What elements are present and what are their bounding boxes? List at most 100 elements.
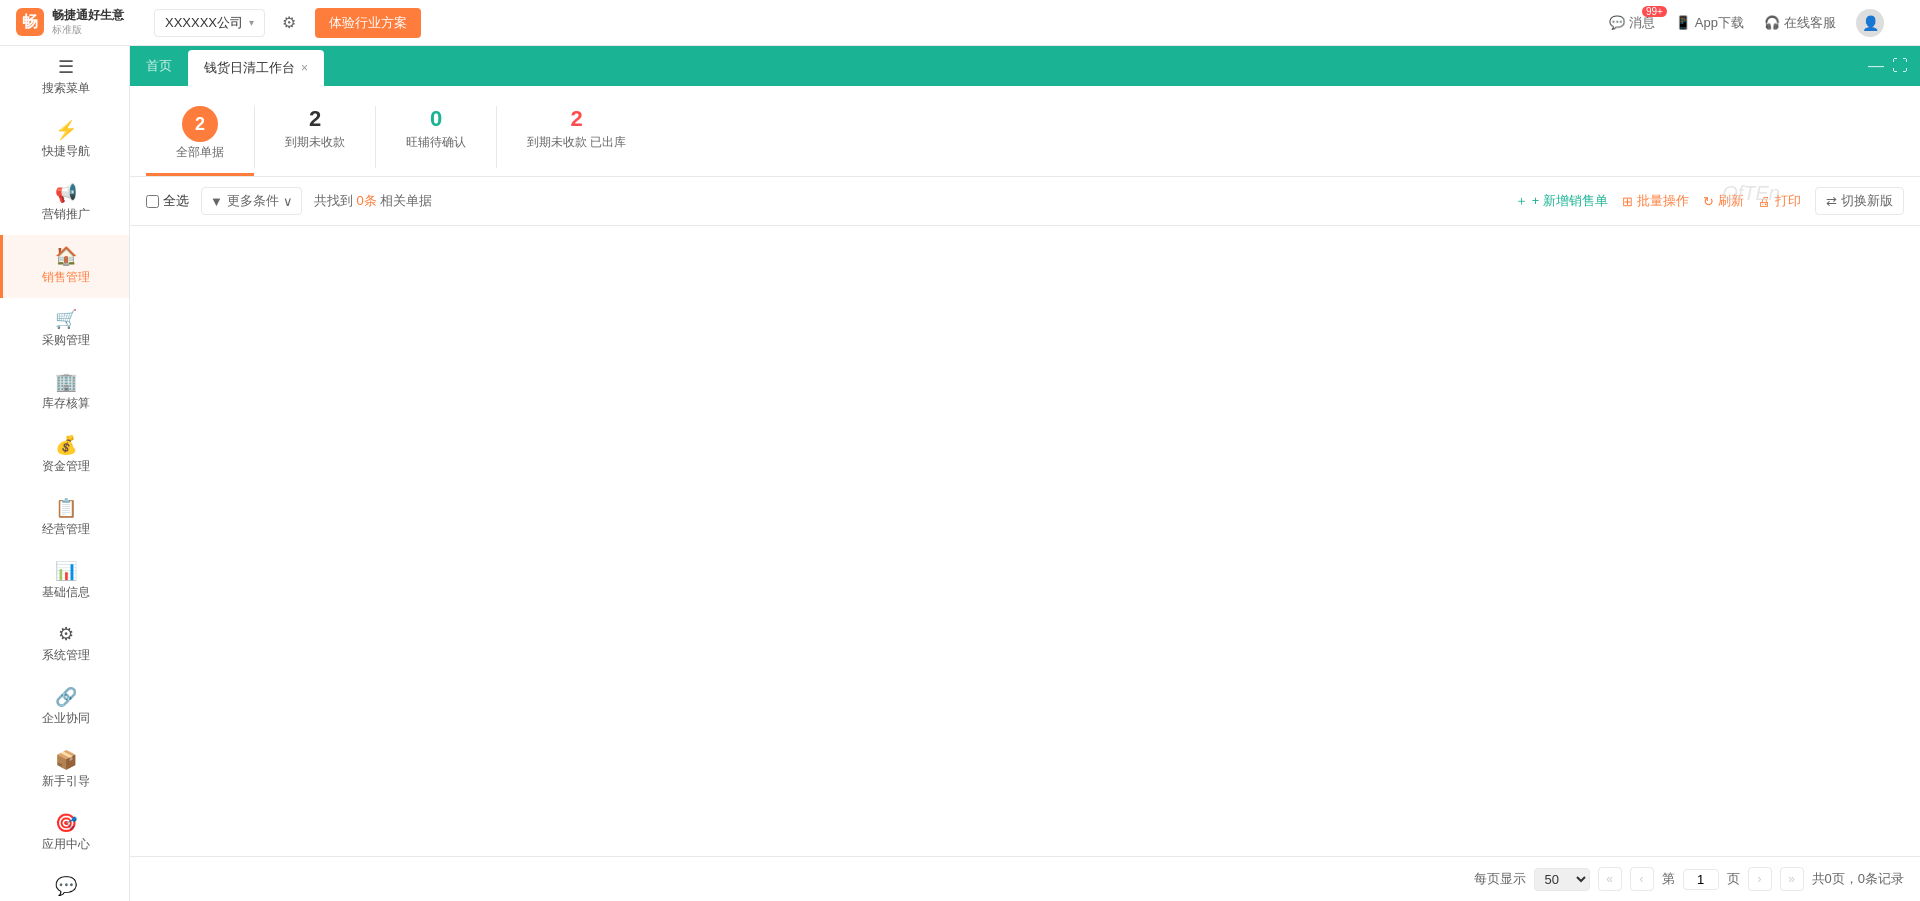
experience-btn[interactable]: 体验行业方案	[315, 8, 421, 38]
print-icon: 🖨	[1758, 194, 1771, 209]
stat-tab-wangwang[interactable]: 0 旺辅待确认	[376, 98, 496, 176]
first-page-button[interactable]: «	[1598, 867, 1622, 891]
sidebar-item-app-center[interactable]: 🎯 应用中心	[0, 802, 129, 865]
tab-home[interactable]: 首页	[130, 46, 188, 86]
content-inner: 2 全部单据 2 到期未收款 0 旺辅待确认 2 到期未收款 已出库	[130, 86, 1920, 901]
sidebar-item-system[interactable]: ⚙ 系统管理	[0, 613, 129, 676]
tab-workbench-label: 钱货日清工作台	[204, 59, 295, 77]
per-page-select[interactable]: 50 10 20 100	[1534, 868, 1590, 891]
tab-actions: — ⛶	[1868, 57, 1920, 75]
select-all-checkbox[interactable]: 全选	[146, 192, 189, 210]
stat-label-wangwang: 旺辅待确认	[406, 134, 466, 151]
sidebar-label-app-center: 应用中心	[42, 836, 90, 853]
total-records: 共0页，0条记录	[1812, 870, 1904, 888]
service-icon: 🎧	[1764, 15, 1780, 30]
maximize-icon[interactable]: ⛶	[1892, 57, 1908, 75]
sidebar-item-finance[interactable]: 💰 资金管理	[0, 424, 129, 487]
tab-close-icon[interactable]: ×	[301, 61, 308, 75]
system-icon: ⚙	[58, 625, 74, 643]
stat-label-overdue-out: 到期未收款 已出库	[527, 134, 626, 151]
tab-workbench[interactable]: 钱货日清工作台 ×	[188, 50, 324, 86]
sidebar-label-finance: 资金管理	[42, 458, 90, 475]
add-icon: ＋	[1515, 192, 1528, 210]
refresh-label: 刷新	[1718, 192, 1744, 210]
search-menu-icon: ☰	[58, 58, 74, 76]
sidebar-item-inventory[interactable]: 🏢 库存核算	[0, 361, 129, 424]
sidebar-item-quick-nav[interactable]: ⚡ 快捷导航	[0, 109, 129, 172]
sidebar-item-guide[interactable]: 📦 新手引导	[0, 739, 129, 802]
sidebar-label-purchase: 采购管理	[42, 332, 90, 349]
sidebar: ☰ 搜索菜单 ⚡ 快捷导航 📢 营销推广 🏠 销售管理 🛒 采购管理 🏢 库存核…	[0, 46, 130, 901]
sidebar-item-purchase[interactable]: 🛒 采购管理	[0, 298, 129, 361]
sidebar-item-wecom[interactable]: 💬 企业微信	[0, 865, 129, 901]
print-label: 打印	[1775, 192, 1801, 210]
wecom-icon: 💬	[55, 877, 77, 895]
purchase-icon: 🛒	[55, 310, 77, 328]
inventory-icon: 🏢	[55, 373, 77, 391]
per-page-label: 每页显示	[1474, 870, 1526, 888]
sidebar-item-basic-info[interactable]: 📊 基础信息	[0, 550, 129, 613]
add-sales-button[interactable]: ＋ + 新增销售单	[1515, 192, 1608, 210]
online-service-button[interactable]: 🎧 在线客服	[1764, 14, 1836, 32]
logo-text-block: 畅捷通好生意 标准版	[52, 8, 124, 36]
page-label: 第	[1662, 870, 1675, 888]
select-all-input[interactable]	[146, 195, 159, 208]
sidebar-item-enterprise[interactable]: 🔗 企业协同	[0, 676, 129, 739]
finance-icon: 💰	[55, 436, 77, 454]
minimize-icon[interactable]: —	[1868, 57, 1884, 75]
company-selector[interactable]: XXXXXX公司 ▾	[154, 9, 265, 37]
main-layout: ☰ 搜索菜单 ⚡ 快捷导航 📢 营销推广 🏠 销售管理 🛒 采购管理 🏢 库存核…	[0, 46, 1920, 901]
message-badge: 99+	[1642, 6, 1667, 17]
sidebar-item-operations[interactable]: 📋 经营管理	[0, 487, 129, 550]
sidebar-label-system: 系统管理	[42, 647, 90, 664]
sidebar-label-quick-nav: 快捷导航	[42, 143, 90, 160]
stat-count-wangwang: 0	[430, 106, 442, 132]
tab-home-label: 首页	[146, 57, 172, 75]
filter-button[interactable]: ▼ 更多条件 ∨	[201, 187, 302, 215]
toolbar-right: ＋ + 新增销售单 ⊞ 批量操作 ↻ 刷新 🖨 打印	[1515, 187, 1904, 215]
sidebar-item-search-menu[interactable]: ☰ 搜索菜单	[0, 46, 129, 109]
filter-label: 更多条件	[227, 192, 279, 210]
switch-version-button[interactable]: ⇄ 切换新版	[1815, 187, 1904, 215]
batch-ops-button[interactable]: ⊞ 批量操作	[1622, 192, 1689, 210]
app-download-button[interactable]: 📱 App下载	[1675, 14, 1744, 32]
message-button[interactable]: 💬 消息 99+	[1609, 14, 1655, 32]
marketing-icon: 📢	[55, 184, 77, 202]
last-page-button[interactable]: »	[1780, 867, 1804, 891]
print-button[interactable]: 🖨 打印	[1758, 192, 1801, 210]
next-page-button[interactable]: ›	[1748, 867, 1772, 891]
settings-button[interactable]: ⚙	[275, 9, 303, 37]
stat-tab-overdue-out[interactable]: 2 到期未收款 已出库	[497, 98, 656, 176]
stat-tab-overdue[interactable]: 2 到期未收款	[255, 98, 375, 176]
stat-label-overdue: 到期未收款	[285, 134, 345, 151]
sidebar-label-inventory: 库存核算	[42, 395, 90, 412]
avatar[interactable]: 👤	[1856, 9, 1884, 37]
app-center-icon: 🎯	[55, 814, 77, 832]
sidebar-label-marketing: 营销推广	[42, 206, 90, 223]
enterprise-icon: 🔗	[55, 688, 77, 706]
sidebar-item-sales[interactable]: 🏠 销售管理	[0, 235, 129, 298]
sidebar-item-marketing[interactable]: 📢 营销推广	[0, 172, 129, 235]
basic-info-icon: 📊	[55, 562, 77, 580]
sidebar-label-operations: 经营管理	[42, 521, 90, 538]
page-input[interactable]	[1683, 869, 1719, 890]
found-text: 共找到 0条 相关单据	[314, 192, 432, 210]
logo-icon: 畅	[16, 8, 44, 36]
filter-chevron-icon: ∨	[283, 194, 293, 209]
found-count: 0条	[357, 193, 377, 208]
app-download-icon: 📱	[1675, 15, 1691, 30]
sidebar-label-basic-info: 基础信息	[42, 584, 90, 601]
logo-title: 畅捷通好生意	[52, 8, 124, 22]
add-sales-label: + 新增销售单	[1532, 192, 1608, 210]
chevron-down-icon: ▾	[249, 17, 254, 28]
refresh-icon: ↻	[1703, 194, 1714, 209]
sidebar-label-enterprise: 企业协同	[42, 710, 90, 727]
stat-tab-all[interactable]: 2 全部单据	[146, 98, 254, 176]
sidebar-label-search-menu: 搜索菜单	[42, 80, 90, 97]
stat-count-overdue-out: 2	[571, 106, 583, 132]
operations-icon: 📋	[55, 499, 77, 517]
prev-page-button[interactable]: ‹	[1630, 867, 1654, 891]
stat-label-all: 全部单据	[176, 144, 224, 161]
sales-icon: 🏠	[55, 247, 77, 265]
refresh-button[interactable]: ↻ 刷新	[1703, 192, 1744, 210]
